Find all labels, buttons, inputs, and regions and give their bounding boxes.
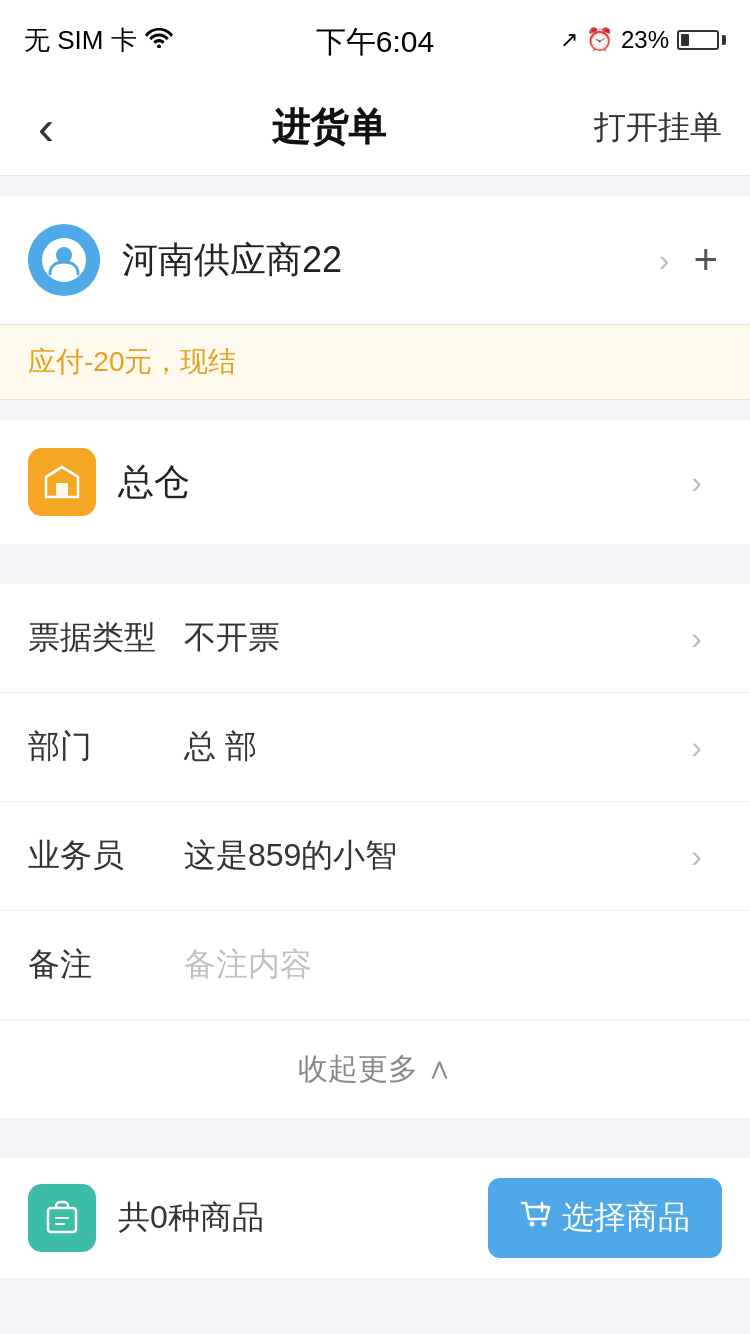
svg-rect-1 [56, 483, 68, 497]
department-value: 总 部 [168, 725, 691, 769]
location-icon: ↗ [560, 27, 578, 53]
invoice-type-value: 不开票 [168, 616, 691, 660]
collapse-button[interactable]: 收起更多 ∧ [298, 1049, 451, 1090]
remark-placeholder[interactable]: 备注内容 [168, 943, 722, 987]
salesperson-row[interactable]: 业务员 这是859的小智 › [0, 802, 750, 911]
remark-label: 备注 [28, 943, 168, 987]
department-chevron-icon: › [691, 729, 702, 766]
select-product-icon [520, 1201, 552, 1236]
department-label: 部门 [28, 725, 168, 769]
warehouse-section: 总仓 › [0, 420, 750, 544]
product-count-label: 共0种商品 [118, 1196, 488, 1240]
divider-1 [0, 176, 750, 196]
divider-4 [0, 1118, 750, 1138]
form-section: 票据类型 不开票 › 部门 总 部 › 业务员 这是859的小智 › 备注 备注… [0, 584, 750, 1118]
svg-point-6 [542, 1221, 547, 1226]
svg-point-5 [530, 1221, 535, 1226]
supplier-avatar [28, 224, 100, 296]
carrier-label: 无 SIM 卡 [24, 23, 137, 58]
status-right: ↗ ⏰ 23% [560, 26, 726, 54]
warning-text: 应付-20元，现结 [28, 346, 236, 377]
nav-bar: ‹ 进货单 打开挂单 [0, 80, 750, 176]
status-left: 无 SIM 卡 [24, 23, 173, 58]
invoice-type-chevron-icon: › [691, 620, 702, 657]
add-supplier-button[interactable]: + [689, 236, 722, 284]
supplier-warning-bar: 应付-20元，现结 [0, 324, 750, 400]
salesperson-label: 业务员 [28, 834, 168, 878]
alarm-icon: ⏰ [586, 27, 613, 53]
remark-row[interactable]: 备注 备注内容 [0, 911, 750, 1020]
bottom-bar: 共0种商品 选择商品 [0, 1158, 750, 1278]
svg-rect-2 [48, 1208, 76, 1232]
department-row[interactable]: 部门 总 部 › [0, 693, 750, 802]
back-button[interactable]: ‹ [28, 90, 64, 165]
product-icon [28, 1184, 96, 1252]
battery-percent: 23% [621, 26, 669, 54]
page-title: 进货单 [272, 102, 386, 153]
status-time: 下午6:04 [316, 22, 434, 63]
status-bar: 无 SIM 卡 下午6:04 ↗ ⏰ 23% [0, 0, 750, 80]
select-product-label: 选择商品 [562, 1196, 690, 1240]
collapse-row[interactable]: 收起更多 ∧ [0, 1020, 750, 1118]
open-pending-button[interactable]: 打开挂单 [594, 106, 722, 150]
invoice-type-label: 票据类型 [28, 616, 168, 660]
salesperson-chevron-icon: › [691, 838, 702, 875]
divider-3 [0, 544, 750, 564]
supplier-row[interactable]: 河南供应商22 › + [0, 196, 750, 324]
select-product-button[interactable]: 选择商品 [488, 1178, 722, 1258]
warehouse-row[interactable]: 总仓 › [0, 420, 750, 544]
warehouse-chevron-icon: › [691, 464, 702, 501]
background-fill [0, 1278, 750, 1334]
invoice-type-row[interactable]: 票据类型 不开票 › [0, 584, 750, 693]
divider-2 [0, 400, 750, 420]
supplier-section: 河南供应商22 › + 应付-20元，现结 [0, 196, 750, 400]
user-icon [42, 238, 86, 282]
supplier-name: 河南供应商22 [122, 236, 659, 285]
warehouse-name: 总仓 [118, 458, 691, 507]
battery-icon [677, 30, 726, 50]
warehouse-icon [28, 448, 96, 516]
supplier-chevron-icon: › [659, 242, 670, 279]
wifi-icon [145, 26, 173, 54]
salesperson-value: 这是859的小智 [168, 834, 691, 878]
